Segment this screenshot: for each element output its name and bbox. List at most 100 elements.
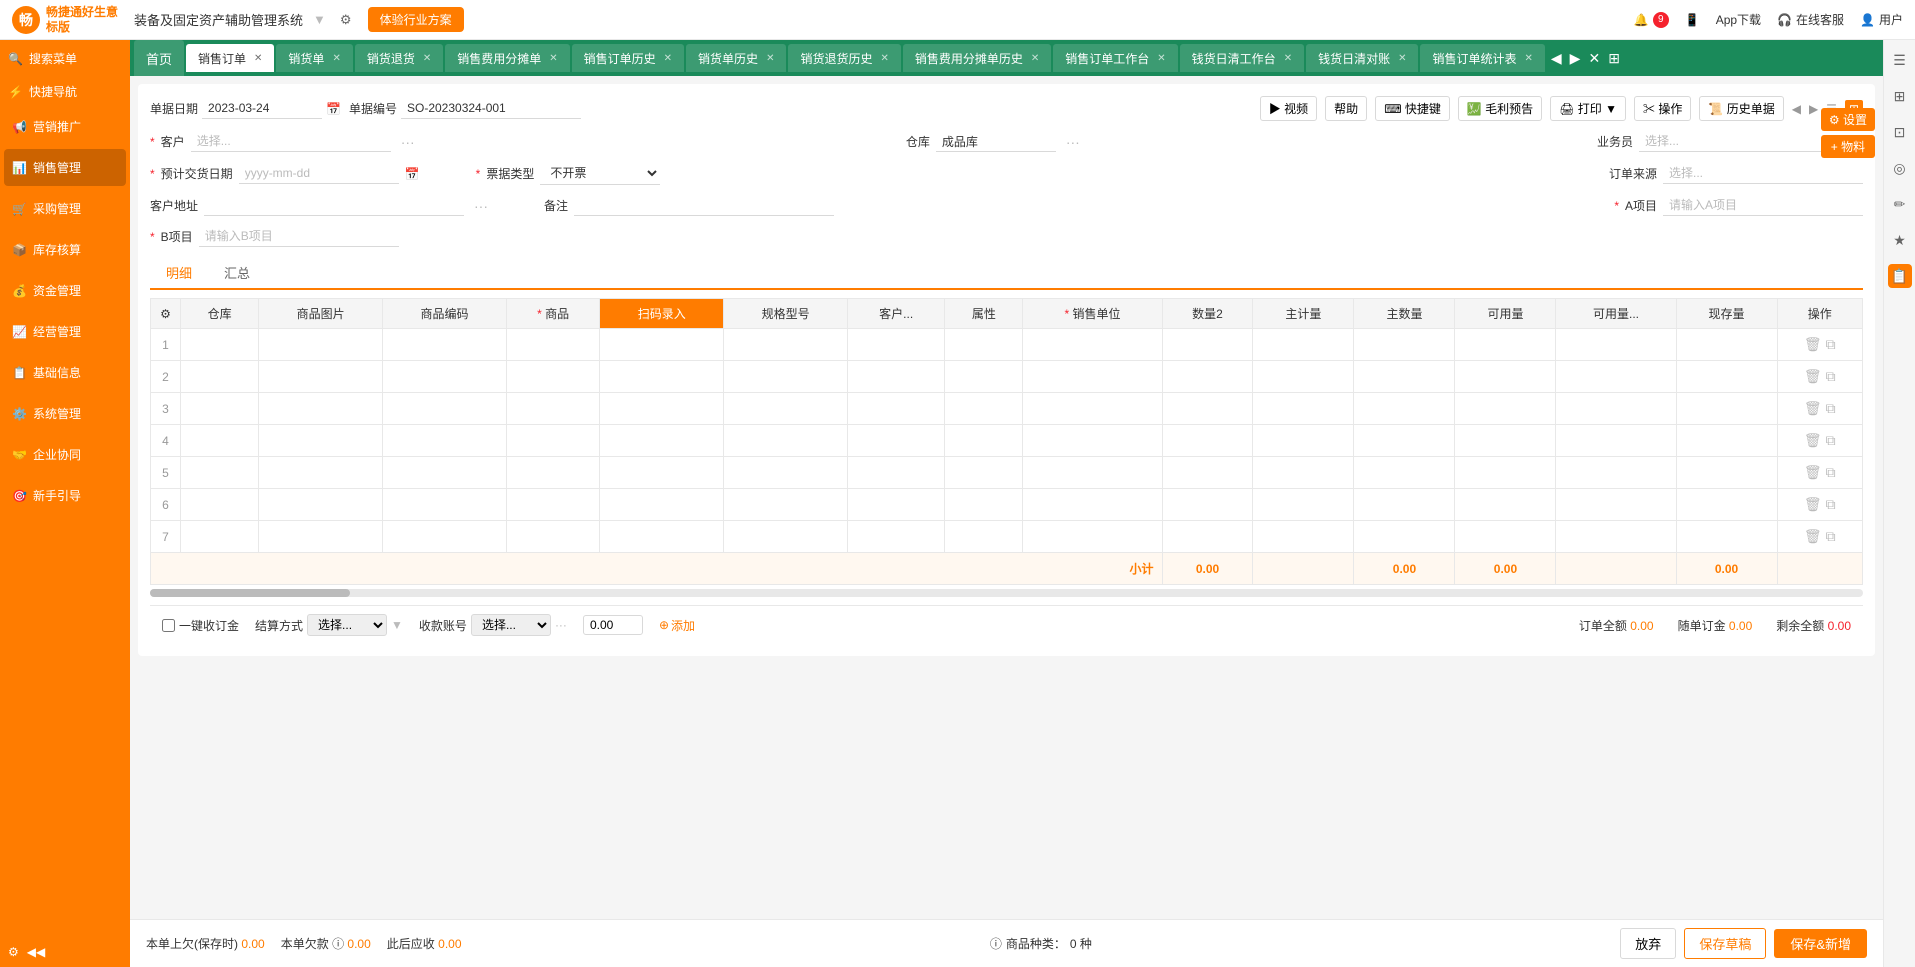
cell-spec-6[interactable]	[724, 489, 848, 521]
view-btn[interactable]: ▶ 视频	[1260, 96, 1317, 121]
sidebar-item-enterprise[interactable]: 🤝 企业协同	[4, 436, 126, 473]
cell-customer-7[interactable]	[848, 521, 945, 553]
delete-icon-7[interactable]: 🗑	[1804, 528, 1822, 545]
cell-img-6[interactable]	[259, 489, 383, 521]
right-icon-5[interactable]: ✏	[1888, 192, 1912, 216]
cell-product-4[interactable]	[506, 425, 599, 457]
right-icon-3[interactable]: ⊡	[1888, 120, 1912, 144]
cell-main-unit-4[interactable]	[1253, 425, 1354, 457]
delete-icon-1[interactable]: 🗑	[1804, 336, 1822, 353]
cell-unit-1[interactable]	[1023, 329, 1162, 361]
industry-btn[interactable]: 体验行业方案	[368, 7, 464, 32]
cell-warehouse-2[interactable]	[181, 361, 259, 393]
table-scrollbar[interactable]	[150, 589, 1863, 597]
cell-action-4[interactable]: 🗑⧉	[1777, 425, 1862, 457]
right-icon-2[interactable]: ⊞	[1888, 84, 1912, 108]
copy-icon-3[interactable]: ⧉	[1826, 400, 1836, 417]
payment-method-select[interactable]: 选择...	[307, 614, 387, 636]
tab-return-history[interactable]: 销货单历史 ✕	[686, 44, 786, 72]
cell-customer-2[interactable]	[848, 361, 945, 393]
cell-scan-2[interactable]	[600, 361, 724, 393]
cell-spec-3[interactable]	[724, 393, 848, 425]
right-icon-6[interactable]: ★	[1888, 228, 1912, 252]
copy-icon-7[interactable]: ⧉	[1826, 528, 1836, 545]
cell-customer-3[interactable]	[848, 393, 945, 425]
cell-code-4[interactable]	[383, 425, 507, 457]
col-settings[interactable]: ⚙	[151, 299, 181, 329]
user-item[interactable]: 👤 用户	[1860, 11, 1903, 28]
save-draft-btn[interactable]: 保存草稿	[1684, 928, 1766, 959]
notification-item[interactable]: 🔔 9	[1634, 12, 1669, 28]
copy-icon-6[interactable]: ⧉	[1826, 496, 1836, 513]
table-scroll[interactable]: ⚙ 仓库 商品图片 商品编码 * 商品 扫码录入 规格型号 客户... 属	[150, 298, 1863, 585]
sidebar-item-guide[interactable]: 🎯 新手引导	[4, 477, 126, 514]
cell-product-7[interactable]	[506, 521, 599, 553]
tab-expense-split[interactable]: 销售费用分摊单 ✕	[445, 44, 569, 72]
tab-close-sales-stats[interactable]: ✕	[1525, 53, 1533, 64]
delivery-calendar-icon[interactable]: 📅	[405, 167, 420, 181]
tab-order-history[interactable]: 销售订单历史 ✕	[572, 44, 684, 72]
cell-attr-2[interactable]	[945, 361, 1023, 393]
cell-qty2-3[interactable]	[1162, 393, 1253, 425]
order-no-input[interactable]	[401, 98, 581, 119]
account-more-icon[interactable]: ···	[555, 618, 567, 632]
tab-close-return-history[interactable]: ✕	[766, 53, 774, 64]
cell-main-qty-1[interactable]	[1354, 329, 1455, 361]
cell-attr-6[interactable]	[945, 489, 1023, 521]
cell-stock-6[interactable]	[1676, 489, 1777, 521]
customer-input[interactable]	[191, 131, 391, 152]
table-scrollbar-thumb[interactable]	[150, 589, 350, 597]
cell-qty2-5[interactable]	[1162, 457, 1253, 489]
cell-product-6[interactable]	[506, 489, 599, 521]
tab-expense-history[interactable]: 销售费用分摊单历史 ✕	[903, 44, 1051, 72]
tab-workbench[interactable]: 销售订单工作台 ✕	[1053, 44, 1177, 72]
cell-avail2-1[interactable]	[1556, 329, 1676, 361]
tab-close-sales-return[interactable]: ✕	[332, 53, 340, 64]
cell-avail-4[interactable]	[1455, 425, 1556, 457]
cell-avail-2[interactable]	[1455, 361, 1556, 393]
customer-more-icon[interactable]: ···	[401, 134, 415, 150]
cell-img-4[interactable]	[259, 425, 383, 457]
tab-close-expense-split[interactable]: ✕	[549, 53, 557, 64]
cell-stock-4[interactable]	[1676, 425, 1777, 457]
cell-attr-1[interactable]	[945, 329, 1023, 361]
warehouse-more-icon[interactable]: ···	[1066, 134, 1080, 150]
cell-product-3[interactable]	[506, 393, 599, 425]
cell-unit-4[interactable]	[1023, 425, 1162, 457]
cell-code-5[interactable]	[383, 457, 507, 489]
cell-img-1[interactable]	[259, 329, 383, 361]
tab-expand-icon[interactable]: ⊞	[1604, 50, 1624, 67]
cell-main-unit-2[interactable]	[1253, 361, 1354, 393]
cell-main-qty-6[interactable]	[1354, 489, 1455, 521]
cell-stock-7[interactable]	[1676, 521, 1777, 553]
cell-customer-6[interactable]	[848, 489, 945, 521]
cell-main-qty-3[interactable]	[1354, 393, 1455, 425]
cell-code-2[interactable]	[383, 361, 507, 393]
cell-avail-3[interactable]	[1455, 393, 1556, 425]
invoice-select[interactable]: 不开票 增值税普通发票 增值税专用发票	[540, 162, 660, 185]
cell-avail2-5[interactable]	[1556, 457, 1676, 489]
cell-main-unit-7[interactable]	[1253, 521, 1354, 553]
settings-float-btn[interactable]: ⚙ 设置	[1821, 108, 1875, 131]
cell-scan-6[interactable]	[600, 489, 724, 521]
delete-icon-4[interactable]: 🗑	[1804, 432, 1822, 449]
sidebar-quick-nav[interactable]: ⚡ 快捷导航	[0, 77, 130, 106]
cell-avail-5[interactable]	[1455, 457, 1556, 489]
tab-detail[interactable]: 明细	[150, 257, 208, 290]
copy-icon-5[interactable]: ⧉	[1826, 464, 1836, 481]
tab-close-sales-refund[interactable]: ✕	[423, 53, 431, 64]
sidebar-collapse-icon[interactable]: ◀◀	[27, 945, 45, 959]
app-download-label[interactable]: App下载	[1716, 11, 1761, 28]
cell-spec-5[interactable]	[724, 457, 848, 489]
tab-close-sales-order[interactable]: ✕	[254, 53, 262, 64]
cell-action-7[interactable]: 🗑⧉	[1777, 521, 1862, 553]
cell-attr-5[interactable]	[945, 457, 1023, 489]
sidebar-item-marketing[interactable]: 📢 营销推广	[4, 108, 126, 145]
goods-count-icon[interactable]: ⓘ	[990, 935, 1002, 952]
tab-close-order-history[interactable]: ✕	[664, 53, 672, 64]
tab-summary[interactable]: 汇总	[208, 257, 266, 288]
delete-icon-6[interactable]: 🗑	[1804, 496, 1822, 513]
cell-attr-4[interactable]	[945, 425, 1023, 457]
cell-qty2-6[interactable]	[1162, 489, 1253, 521]
payment-dropdown-icon[interactable]: ▼	[391, 618, 403, 632]
